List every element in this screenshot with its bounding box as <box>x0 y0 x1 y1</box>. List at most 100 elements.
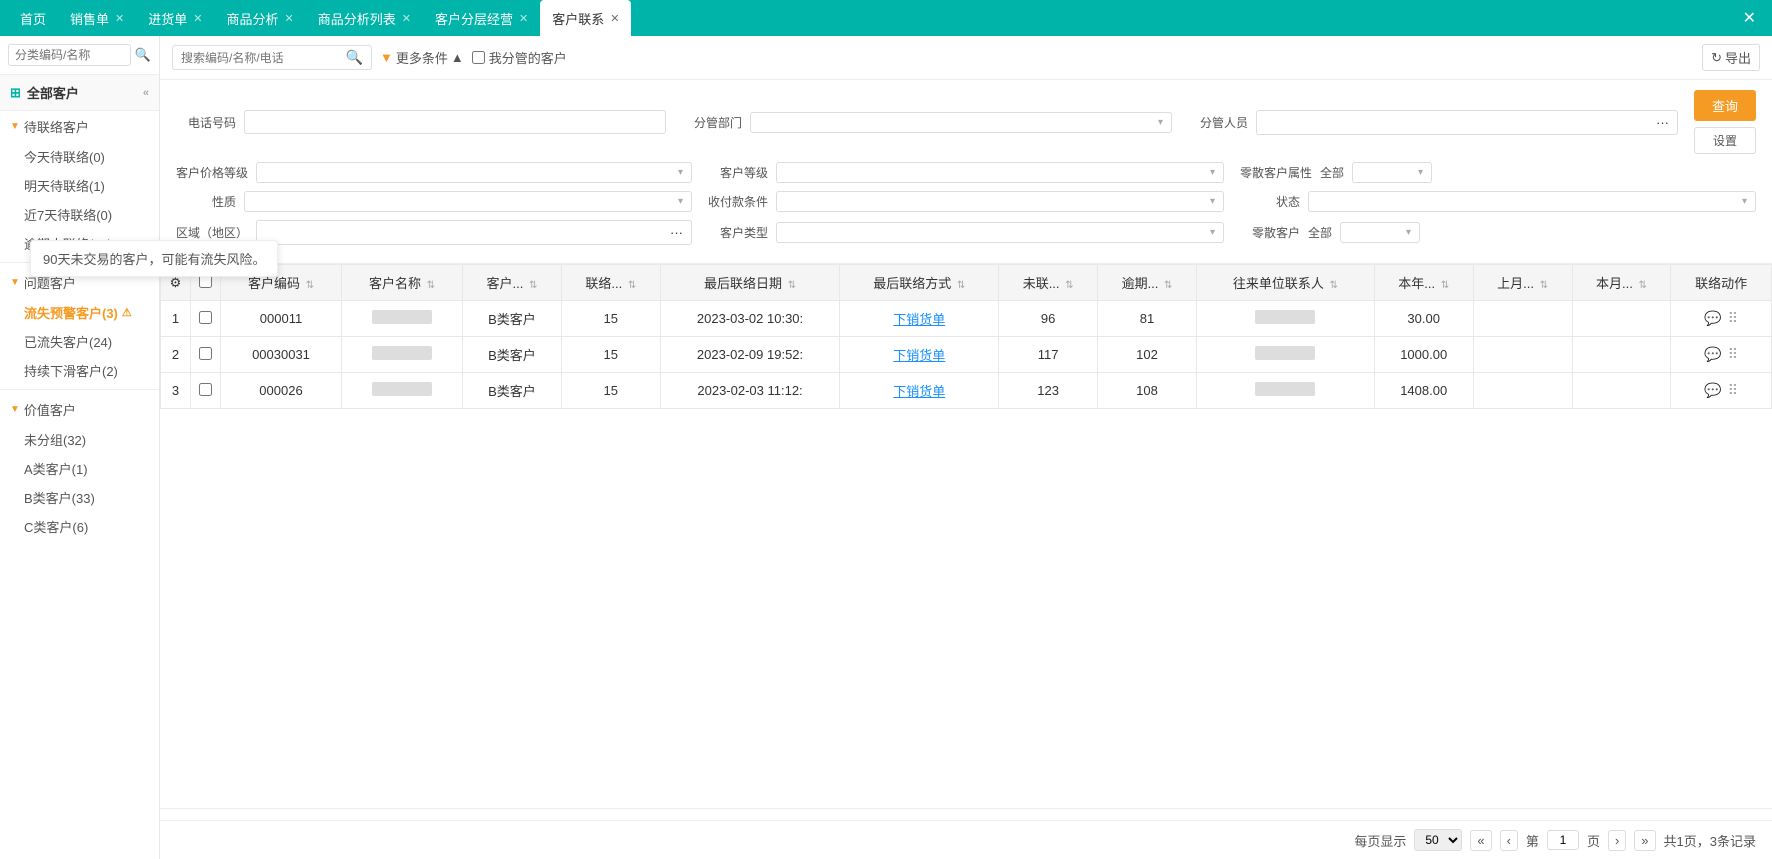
th-current-month: 本月... ⇅ <box>1572 265 1671 301</box>
row3-more-icon[interactable]: ⠿ <box>1728 382 1738 399</box>
header-row: ⚙ 客户编码 ⇅ 客户名称 ⇅ 客户... ⇅ <box>161 265 1772 301</box>
tab-purchase-close[interactable]: ✕ <box>193 12 202 25</box>
sidebar-group-pending[interactable]: ▼ 待联络客户 <box>0 111 159 142</box>
status-arrow-icon: ▾ <box>1742 196 1747 207</box>
page-number-input[interactable] <box>1547 830 1579 850</box>
export-button[interactable]: ↻ 导出 <box>1702 44 1760 71</box>
search-wrap[interactable]: 🔍 <box>172 45 372 70</box>
filter-gender-select[interactable]: ▾ <box>244 191 692 212</box>
window-close-button[interactable]: ✕ <box>1735 8 1764 28</box>
row3-action-icons: 💬 ⠿ <box>1679 382 1763 399</box>
filter-customer-type-select[interactable]: ▾ <box>776 222 1224 243</box>
tab-home[interactable]: 首页 <box>8 0 58 36</box>
sidebar-item-class-b[interactable]: B类客户(33) <box>0 483 159 512</box>
sidebar-item-class-c[interactable]: C类客户(6) <box>0 512 159 541</box>
sidebar-item-churn-warning[interactable]: 流失预警客户(3) ⚠ <box>0 298 159 327</box>
per-page-select[interactable]: 50 <box>1414 829 1462 851</box>
sort-arrows-type[interactable]: ⇅ <box>529 280 537 291</box>
sidebar-search-input[interactable] <box>8 44 131 66</box>
query-button[interactable]: 查询 <box>1694 90 1756 121</box>
sidebar-item-ungroup[interactable]: 未分组(32) <box>0 425 159 454</box>
row3-checkbox[interactable] <box>191 373 221 409</box>
next-page-button[interactable]: › <box>1608 830 1626 851</box>
filter-price-level-select[interactable]: ▾ <box>256 162 692 183</box>
sort-arrows-date[interactable]: ⇅ <box>788 280 796 291</box>
tab-analysis-list[interactable]: 商品分析列表 ✕ <box>306 0 423 36</box>
sidebar-item-7days[interactable]: 近7天待联络(0) <box>0 200 159 229</box>
sidebar-item-today[interactable]: 今天待联络(0) <box>0 142 159 171</box>
tab-analysis[interactable]: 商品分析 ✕ <box>214 0 305 36</box>
tab-customer-tier-close[interactable]: ✕ <box>519 12 528 25</box>
filter-zero-attr: 零散客户属性 全部 ▾ <box>1240 162 1756 183</box>
search-input[interactable] <box>181 51 346 65</box>
row3-check[interactable] <box>199 383 212 396</box>
row3-method-link[interactable]: 下销货单 <box>893 384 945 399</box>
sort-arrows-overdue[interactable]: ⇅ <box>1164 280 1172 291</box>
sort-arrows-code[interactable]: ⇅ <box>306 280 314 291</box>
settings-button[interactable]: 设置 <box>1694 127 1756 154</box>
filter-zero-customer: 零散客户 全部 ▾ <box>1240 222 1756 243</box>
row1-method-link[interactable]: 下销货单 <box>893 312 945 327</box>
payment-arrow-icon: ▾ <box>1210 196 1215 207</box>
filter-region-select[interactable]: ··· <box>256 220 692 245</box>
sidebar-all-customers[interactable]: ⊞ 全部客户 « <box>0 75 159 111</box>
tab-home-label: 首页 <box>20 9 46 28</box>
row2-check[interactable] <box>199 347 212 360</box>
row1-more-icon[interactable]: ⠿ <box>1728 310 1738 327</box>
sidebar-item-tomorrow[interactable]: 明天待联络(1) <box>0 171 159 200</box>
type-arrow-icon: ▾ <box>1210 227 1215 238</box>
row1-date: 2023-03-02 10:30: <box>660 301 840 337</box>
row1-check[interactable] <box>199 311 212 324</box>
filter-gender-label: 性质 <box>176 193 236 210</box>
tab-purchase[interactable]: 进货单 ✕ <box>136 0 214 36</box>
my-customers-checkbox[interactable]: 我分管的客户 <box>472 48 567 67</box>
sort-arrows-cmonth[interactable]: ⇅ <box>1638 280 1646 291</box>
table-body: 1 000011 B类客户 15 2023-03-02 10:30: 下销货单 … <box>161 301 1772 409</box>
filter-phone-input[interactable] <box>244 110 666 134</box>
row2-more-icon[interactable]: ⠿ <box>1728 346 1738 363</box>
sidebar-group-value[interactable]: ▼ 价值客户 <box>0 394 159 425</box>
level-arrow-icon: ▾ <box>1210 167 1215 178</box>
more-conditions-button[interactable]: ▼ 更多条件 ▲ <box>380 48 464 67</box>
sort-arrows-contact[interactable]: ⇅ <box>628 280 636 291</box>
sort-arrows-name[interactable]: ⇅ <box>427 280 435 291</box>
sidebar-item-class-a[interactable]: A类客户(1) <box>0 454 159 483</box>
filter-zero-customer-select[interactable]: ▾ <box>1340 222 1420 243</box>
row1-checkbox[interactable] <box>191 301 221 337</box>
sidebar-item-churned[interactable]: 已流失客户(24) <box>0 327 159 356</box>
tab-analysis-list-close[interactable]: ✕ <box>402 12 411 25</box>
my-customers-check[interactable] <box>472 51 485 64</box>
sort-arrows-person[interactable]: ⇅ <box>1329 280 1337 291</box>
sort-arrows-year[interactable]: ⇅ <box>1441 280 1449 291</box>
row2-checkbox[interactable] <box>191 337 221 373</box>
tab-customer-tier[interactable]: 客户分层经营 ✕ <box>423 0 540 36</box>
warning-icon: ⚠ <box>122 306 132 319</box>
prev-page-button[interactable]: ‹ <box>1500 830 1518 851</box>
tab-sales[interactable]: 销售单 ✕ <box>58 0 136 36</box>
horizontal-scrollbar[interactable] <box>160 808 1772 820</box>
filter-zero-attr-select[interactable]: ▾ <box>1352 162 1432 183</box>
sort-arrows-unlisted[interactable]: ⇅ <box>1065 280 1073 291</box>
row2-method-link[interactable]: 下销货单 <box>893 348 945 363</box>
tab-sales-close[interactable]: ✕ <box>115 12 124 25</box>
sort-arrows-lmonth[interactable]: ⇅ <box>1540 280 1548 291</box>
filter-dept-select[interactable]: ▾ <box>750 112 1172 133</box>
filter-person-select[interactable]: ··· <box>1256 110 1678 135</box>
first-page-button[interactable]: « <box>1470 830 1491 851</box>
filter-payment-select[interactable]: ▾ <box>776 191 1224 212</box>
row3-chat-icon[interactable]: 💬 <box>1704 382 1721 399</box>
tab-analysis-close[interactable]: ✕ <box>285 12 294 25</box>
tab-customer-contact[interactable]: 客户联系 ✕ <box>540 0 631 36</box>
sidebar-search-icon[interactable]: 🔍 <box>135 47 151 63</box>
tab-customer-contact-close[interactable]: ✕ <box>610 12 619 25</box>
sidebar-item-declining[interactable]: 持续下滑客户(2) <box>0 356 159 385</box>
filter-customer-level-select[interactable]: ▾ <box>776 162 1224 183</box>
problem-customer-tooltip: 90天未交易的客户，可能有流失风险。 <box>30 240 160 277</box>
collapse-icon[interactable]: « <box>143 87 149 99</box>
row2-chat-icon[interactable]: 💬 <box>1704 346 1721 363</box>
sort-arrows-method[interactable]: ⇅ <box>957 280 965 291</box>
filter-status-select[interactable]: ▾ <box>1308 191 1756 212</box>
search-button[interactable]: 🔍 <box>346 49 363 66</box>
row1-chat-icon[interactable]: 💬 <box>1704 310 1721 327</box>
last-page-button[interactable]: » <box>1634 830 1655 851</box>
